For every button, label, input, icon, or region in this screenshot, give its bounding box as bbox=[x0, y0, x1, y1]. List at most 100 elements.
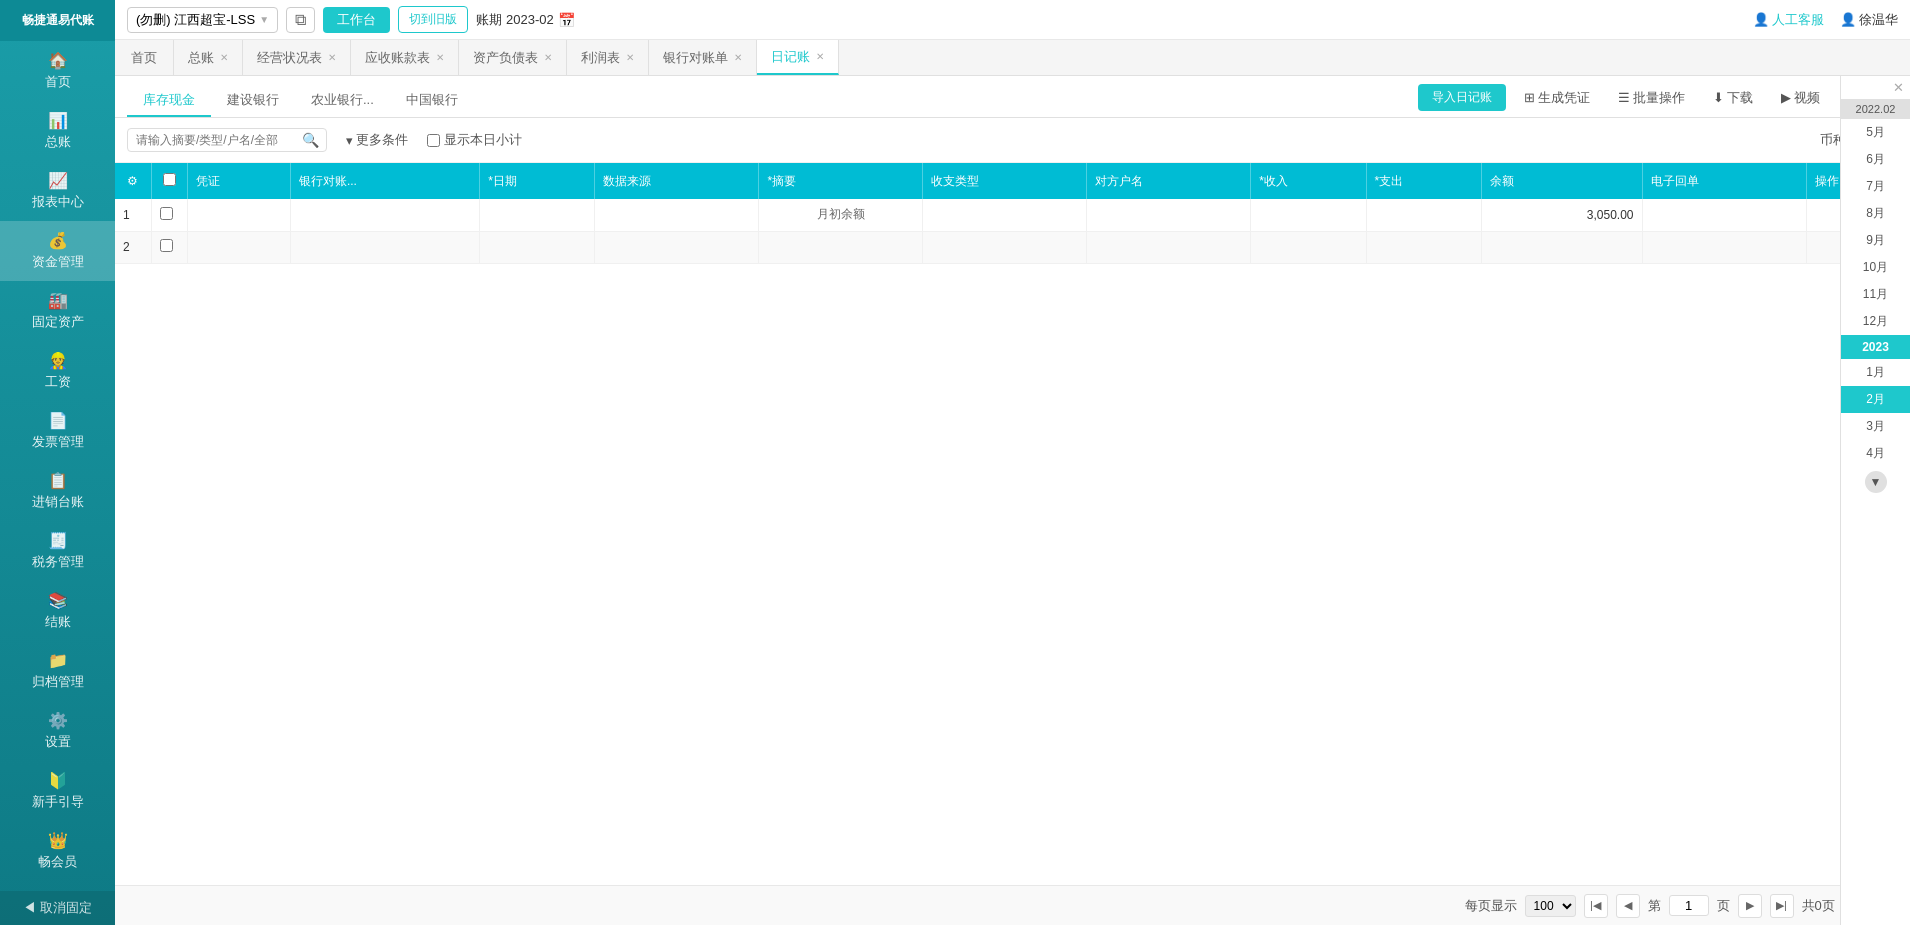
next-page-button[interactable]: ▶ bbox=[1738, 894, 1762, 918]
col-checkbox[interactable] bbox=[151, 163, 187, 199]
row1-checkbox[interactable] bbox=[151, 199, 187, 231]
row2-checkbox[interactable] bbox=[151, 231, 187, 263]
old-version-button[interactable]: 切到旧版 bbox=[398, 6, 468, 33]
subtab-cash[interactable]: 库存现金 bbox=[127, 85, 211, 117]
date-month-8[interactable]: 8月 bbox=[1841, 200, 1910, 227]
sidebar-item-payroll[interactable]: 👷 工资 bbox=[0, 341, 115, 401]
date-month-7[interactable]: 7月 bbox=[1841, 173, 1910, 200]
subtab-boc[interactable]: 中国银行 bbox=[390, 85, 474, 117]
date-month-11[interactable]: 11月 bbox=[1841, 281, 1910, 308]
sidebar-item-tax[interactable]: 🧾 税务管理 bbox=[0, 521, 115, 581]
sidebar-item-sales[interactable]: 📋 进销台账 bbox=[0, 461, 115, 521]
date-nav-down[interactable]: ▼ bbox=[1841, 467, 1910, 497]
video-button[interactable]: ▶ 视频 bbox=[1771, 85, 1830, 111]
sidebar-item-member[interactable]: 👑 畅会员 bbox=[0, 821, 115, 881]
date-month-3-2023[interactable]: 3月 bbox=[1841, 413, 1910, 440]
prev-page-button[interactable]: ◀ bbox=[1616, 894, 1640, 918]
tab-business[interactable]: 经营状况表 ✕ bbox=[243, 40, 351, 75]
sidebar-item-funds[interactable]: 💰 资金管理 bbox=[0, 221, 115, 281]
sidebar-item-invoice[interactable]: 📄 发票管理 bbox=[0, 401, 115, 461]
date-month-1-2023[interactable]: 1月 bbox=[1841, 359, 1910, 386]
sidebar-item-close[interactable]: 📚 结账 bbox=[0, 581, 115, 641]
sidebar-item-assets[interactable]: 🏭 固定资产 bbox=[0, 281, 115, 341]
customer-service-button[interactable]: 👤 人工客服 bbox=[1753, 11, 1824, 29]
tab-profit[interactable]: 利润表 ✕ bbox=[567, 40, 649, 75]
tab-business-close[interactable]: ✕ bbox=[328, 52, 336, 63]
filter-button[interactable]: ▾ 更多条件 bbox=[337, 126, 417, 154]
generate-voucher-button[interactable]: ⊞ 生成凭证 bbox=[1514, 85, 1600, 111]
row2-date bbox=[480, 231, 595, 263]
page-input[interactable] bbox=[1669, 895, 1709, 916]
workspace-button[interactable]: 工作台 bbox=[323, 7, 390, 33]
tab-journal[interactable]: 日记账 ✕ bbox=[757, 40, 839, 75]
date-month-2-2023[interactable]: 2月 bbox=[1841, 386, 1910, 413]
row1-voucher bbox=[187, 199, 290, 231]
subtab-agri[interactable]: 农业银行... bbox=[295, 85, 390, 117]
unpin-button[interactable]: ◀ 取消固定 bbox=[0, 891, 115, 925]
subtab-ccb[interactable]: 建设银行 bbox=[211, 85, 295, 117]
tab-balance-close[interactable]: ✕ bbox=[544, 52, 552, 63]
show-daily-checkbox[interactable] bbox=[427, 134, 440, 147]
tab-ledger[interactable]: 总账 ✕ bbox=[174, 40, 243, 75]
close-books-icon: 📚 bbox=[48, 591, 68, 610]
sidebar-item-reports[interactable]: 📈 报表中心 bbox=[0, 161, 115, 221]
sidebar-item-home[interactable]: 🏠 首页 bbox=[0, 41, 115, 101]
sidebar-item-label: 报表中心 bbox=[32, 193, 84, 211]
date-panel-close-button[interactable]: ✕ bbox=[1841, 76, 1910, 99]
sidebar-logo[interactable]: 畅捷通易代账 bbox=[0, 0, 115, 41]
date-month-10[interactable]: 10月 bbox=[1841, 254, 1910, 281]
row1-bank bbox=[290, 199, 479, 231]
batch-operation-button[interactable]: ☰ 批量操作 bbox=[1608, 85, 1695, 111]
company-selector[interactable]: (勿删) 江西超宝-LSS ▼ bbox=[127, 7, 278, 33]
download-button[interactable]: ⬇ 下载 bbox=[1703, 85, 1763, 111]
calendar-icon[interactable]: 📅 bbox=[558, 12, 575, 28]
tab-business-label: 经营状况表 bbox=[257, 49, 322, 67]
tab-bank[interactable]: 银行对账单 ✕ bbox=[649, 40, 757, 75]
service-label: 人工客服 bbox=[1772, 11, 1824, 29]
subtab-bar: 库存现金 建设银行 农业银行... 中国银行 导入日记账 ⊞ 生成凭证 ☰ 批量… bbox=[115, 76, 1910, 118]
last-page-button[interactable]: ▶| bbox=[1770, 894, 1794, 918]
date-month-9[interactable]: 9月 bbox=[1841, 227, 1910, 254]
tab-home[interactable]: 首页 bbox=[115, 40, 174, 75]
assets-icon: 🏭 bbox=[48, 291, 68, 310]
select-all-checkbox[interactable] bbox=[163, 173, 176, 186]
tab-journal-close[interactable]: ✕ bbox=[816, 51, 824, 62]
first-page-button[interactable]: |◀ bbox=[1584, 894, 1608, 918]
date-month-4-2023[interactable]: 4月 bbox=[1841, 440, 1910, 467]
sidebar-item-ledger[interactable]: 📊 总账 bbox=[0, 101, 115, 161]
col-data-source: 数据来源 bbox=[595, 163, 759, 199]
sidebar-item-settings[interactable]: ⚙️ 设置 bbox=[0, 701, 115, 761]
sidebar-item-guide[interactable]: 🔰 新手引导 bbox=[0, 761, 115, 821]
col-settings[interactable]: ⚙ bbox=[115, 163, 151, 199]
show-daily-label[interactable]: 显示本日小计 bbox=[427, 131, 522, 149]
date-month-6[interactable]: 6月 bbox=[1841, 146, 1910, 173]
page-label: 第 bbox=[1648, 897, 1661, 915]
tab-receivable[interactable]: 应收账款表 ✕ bbox=[351, 40, 459, 75]
tab-balance[interactable]: 资产负债表 ✕ bbox=[459, 40, 567, 75]
col-income-type: 收支类型 bbox=[923, 163, 1087, 199]
tab-ledger-close[interactable]: ✕ bbox=[220, 52, 228, 63]
avatar-icon: 👤 bbox=[1840, 12, 1856, 27]
tab-receivable-close[interactable]: ✕ bbox=[436, 52, 444, 63]
home-icon: 🏠 bbox=[48, 51, 68, 70]
import-journal-button[interactable]: 导入日记账 bbox=[1418, 84, 1506, 111]
per-page-select[interactable]: 100 50 200 bbox=[1525, 895, 1576, 917]
date-year-2023-label: 2023 bbox=[1841, 335, 1910, 359]
user-profile-button[interactable]: 👤 徐温华 bbox=[1840, 11, 1898, 29]
video-icon: ▶ bbox=[1781, 90, 1791, 105]
tab-bank-close[interactable]: ✕ bbox=[734, 52, 742, 63]
date-month-5[interactable]: 5月 bbox=[1841, 119, 1910, 146]
copy-button[interactable]: ⧉ bbox=[286, 7, 315, 33]
sidebar-item-archive[interactable]: 📁 归档管理 bbox=[0, 641, 115, 701]
col-income: *收入 bbox=[1251, 163, 1366, 199]
subtab-boc-label: 中国银行 bbox=[406, 92, 458, 107]
period-label-text: 账期 bbox=[476, 11, 502, 29]
sidebar-item-label: 进销台账 bbox=[32, 493, 84, 511]
tab-bank-label: 银行对账单 bbox=[663, 49, 728, 67]
invoice-icon: 📄 bbox=[48, 411, 68, 430]
search-input[interactable] bbox=[127, 128, 327, 152]
date-month-12[interactable]: 12月 bbox=[1841, 308, 1910, 335]
search-icon[interactable]: 🔍 bbox=[302, 132, 319, 148]
tab-profit-close[interactable]: ✕ bbox=[626, 52, 634, 63]
chevron-down-icon[interactable]: ▼ bbox=[1865, 471, 1887, 493]
